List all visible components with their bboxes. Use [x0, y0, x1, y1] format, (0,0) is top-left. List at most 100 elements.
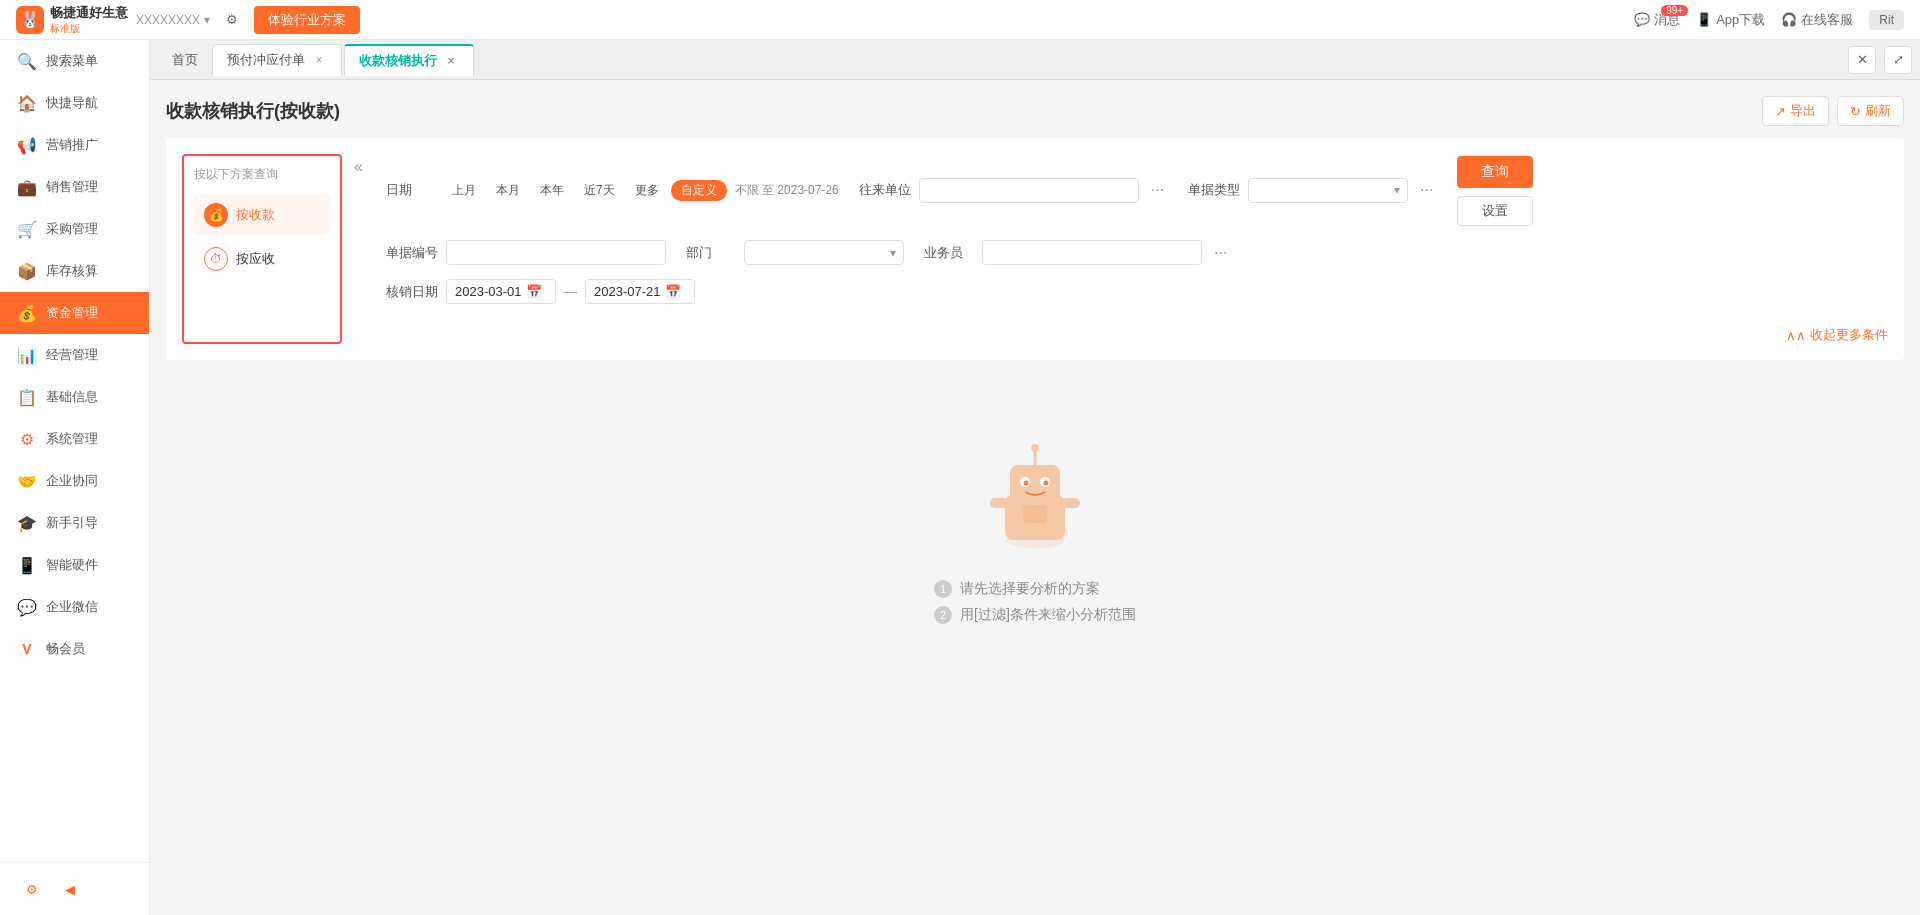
tab-home-label: 首页 [172, 51, 198, 69]
filter-options-title: 按以下方案查询 [194, 166, 330, 183]
counterparty-more[interactable]: ··· [1147, 181, 1168, 199]
system-icon: ⚙ [18, 430, 36, 448]
export-icon: ↗ [1775, 104, 1786, 119]
basicinfo-icon: 📋 [18, 388, 36, 406]
sidebar-item-hardware[interactable]: 📱 智能硬件 [0, 544, 149, 586]
message-button[interactable]: 💬 消息 99+ [1634, 11, 1680, 29]
user-info[interactable]: Rit [1869, 10, 1904, 30]
doc-type-label: 单据类型 [1188, 181, 1240, 199]
sidebar-label-member: 畅会员 [46, 640, 85, 658]
tab-bar: 首页 预付冲应付单 × 收款核销执行 × ✕ ⤢ [150, 40, 1920, 80]
sidebar-item-inventory[interactable]: 📦 库存核算 [0, 250, 149, 292]
department-label: 部门 [686, 244, 736, 262]
sales-icon: 💼 [18, 178, 36, 196]
sidebar-item-wechat[interactable]: 💬 企业微信 [0, 586, 149, 628]
refresh-button[interactable]: ↻ 刷新 [1837, 96, 1904, 126]
sidebar-label-basicinfo: 基础信息 [46, 388, 98, 406]
sidebar-item-collab[interactable]: 🤝 企业协同 [0, 460, 149, 502]
collab-icon: 🤝 [18, 472, 36, 490]
sidebar-label-finance: 资金管理 [46, 304, 98, 322]
tab-prepay-close[interactable]: × [311, 52, 327, 68]
sidebar-item-operations[interactable]: 📊 经营管理 [0, 334, 149, 376]
top-bar-left: 🐰 畅捷通好生意 标准版 XXXXXXXX ▾ ⚙ 体验行业方案 [16, 4, 360, 36]
date-shortcuts: 上月 本月 本年 近7天 更多 自定义 [444, 180, 727, 201]
sidebar-settings-btn[interactable]: ⚙ [18, 875, 46, 903]
sidebar-item-system[interactable]: ⚙ 系统管理 [0, 418, 149, 460]
service-icon: 🎧 [1781, 12, 1797, 27]
operations-icon: 📊 [18, 346, 36, 364]
date-label: 日期 [386, 181, 436, 199]
tab-prepay-label: 预付冲应付单 [227, 51, 305, 69]
query-button[interactable]: 查询 [1457, 156, 1533, 188]
svg-rect-2 [1010, 465, 1060, 503]
sidebar-item-basicinfo[interactable]: 📋 基础信息 [0, 376, 149, 418]
sidebar-item-finance[interactable]: 💰 资金管理 [0, 292, 149, 334]
app-name: 畅捷通好生意 [50, 4, 128, 22]
sidebar-collapse-btn[interactable]: ◀ [56, 875, 84, 903]
wechat-icon: 💬 [18, 598, 36, 616]
writeoff-end-value: 2023-07-21 [594, 284, 661, 299]
sidebar-label-search: 搜索菜单 [46, 52, 98, 70]
calendar-icon-start: 📅 [526, 284, 542, 299]
page-content: 收款核销执行(按收款) ↗ 导出 ↻ 刷新 按以下方案查询 [150, 80, 1920, 915]
industry-btn[interactable]: 体验行业方案 [254, 6, 360, 34]
quicknav-icon: 🏠 [18, 94, 36, 112]
sidebar-item-search[interactable]: 🔍 搜索菜单 [0, 40, 149, 82]
sidebar-item-purchase[interactable]: 🛒 采购管理 [0, 208, 149, 250]
sidebar-item-quicknav[interactable]: 🏠 快捷导航 [0, 82, 149, 124]
tip-text-1: 请先选择要分析的方案 [960, 580, 1100, 598]
online-service-button[interactable]: 🎧 在线客服 [1781, 11, 1853, 29]
filter-by-receipt[interactable]: 💰 按收款 [194, 195, 330, 235]
svg-point-5 [1024, 481, 1029, 486]
empty-tip-1: 1 请先选择要分析的方案 [934, 580, 1136, 598]
shortcut-last-month[interactable]: 上月 [444, 180, 484, 201]
filter-receivable-label: 按应收 [236, 250, 275, 268]
shortcut-7days[interactable]: 近7天 [576, 180, 623, 201]
salesperson-label: 业务员 [924, 244, 974, 262]
writeoff-start-date[interactable]: 2023-03-01 📅 [446, 279, 556, 304]
salesperson-input[interactable] [982, 240, 1202, 265]
sidebar-item-marketing[interactable]: 📢 营销推广 [0, 124, 149, 166]
collapse-more-button[interactable]: ∧∧ 收起更多条件 [1786, 326, 1888, 344]
shortcut-custom[interactable]: 自定义 [671, 180, 727, 201]
doc-type-select[interactable] [1248, 178, 1408, 203]
filter-collapse-btn[interactable]: « [354, 154, 374, 344]
filter-by-receivable[interactable]: ⏱ 按应收 [194, 239, 330, 279]
search-icon: 🔍 [18, 52, 36, 70]
company-selector[interactable]: XXXXXXXX ▾ [136, 13, 210, 27]
tab-close-all[interactable]: ✕ [1848, 46, 1876, 74]
svg-point-6 [1044, 481, 1049, 486]
tab-receivable[interactable]: 收款核销执行 × [344, 44, 474, 76]
shortcut-this-year[interactable]: 本年 [532, 180, 572, 201]
settings-icon[interactable]: ⚙ [218, 6, 246, 34]
app-icon: 📱 [1696, 12, 1712, 27]
counterparty-field: 往来单位 ··· [859, 178, 1168, 203]
shortcut-more[interactable]: 更多 [627, 180, 667, 201]
export-button[interactable]: ↗ 导出 [1762, 96, 1829, 126]
app-download-button[interactable]: 📱 App下载 [1696, 11, 1765, 29]
salesperson-more[interactable]: ··· [1210, 244, 1231, 262]
top-bar: 🐰 畅捷通好生意 标准版 XXXXXXXX ▾ ⚙ 体验行业方案 💬 消息 99… [0, 0, 1920, 40]
dept-select[interactable] [744, 240, 904, 265]
filter-settings-button[interactable]: 设置 [1457, 196, 1533, 226]
logo-text: 畅捷通好生意 标准版 [50, 4, 128, 36]
page-title: 收款核销执行(按收款) [166, 99, 340, 123]
doc-type-more[interactable]: ··· [1416, 181, 1437, 199]
sidebar-label-collab: 企业协同 [46, 472, 98, 490]
sidebar-item-guide[interactable]: 🎓 新手引导 [0, 502, 149, 544]
sidebar-item-sales[interactable]: 💼 销售管理 [0, 166, 149, 208]
sidebar-label-inventory: 库存核算 [46, 262, 98, 280]
tab-prepay[interactable]: 预付冲应付单 × [212, 44, 342, 76]
receivable-icon: ⏱ [204, 247, 228, 271]
writeoff-date-field: 核销日期 2023-03-01 📅 — 2023-07-21 📅 [386, 279, 695, 304]
collapse-more-label: 收起更多条件 [1810, 326, 1888, 344]
tab-receivable-close[interactable]: × [443, 53, 459, 69]
tab-expand[interactable]: ⤢ [1884, 46, 1912, 74]
collapse-more: ∧∧ 收起更多条件 [386, 326, 1888, 344]
counterparty-input[interactable] [919, 178, 1139, 203]
doc-no-input[interactable] [446, 240, 666, 265]
sidebar-item-member[interactable]: V 畅会员 [0, 628, 149, 670]
shortcut-this-month[interactable]: 本月 [488, 180, 528, 201]
writeoff-end-date[interactable]: 2023-07-21 📅 [585, 279, 695, 304]
tab-home[interactable]: 首页 [158, 44, 212, 76]
